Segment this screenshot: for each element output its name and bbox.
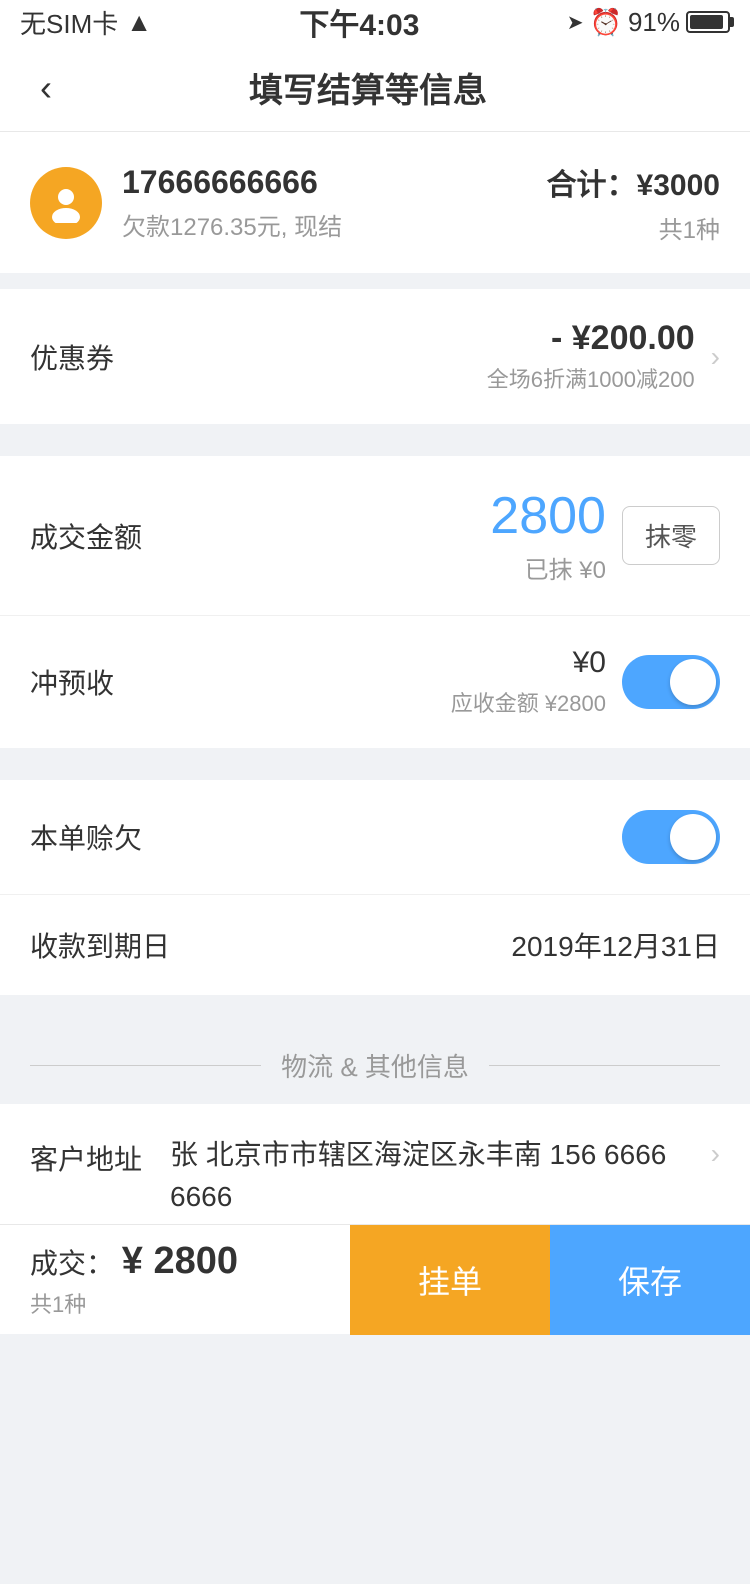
carrier-label: 无SIM卡 [20, 4, 118, 41]
address-arrow-icon: › [711, 1134, 720, 1170]
deal-amount-content: 2800 已抹 ¥0 抹零 [190, 486, 720, 585]
deal-amount-label: 成交金额 [30, 516, 190, 556]
prepay-amount: ¥0 [451, 646, 606, 680]
debt-section: 本单赊欠 收款到期日 2019年12月31日 [0, 780, 750, 995]
content-area: 17666666666 欠款1276.35元, 现结 合计：¥3000 共1种 … [0, 132, 750, 1584]
avatar [30, 167, 102, 239]
bottom-summary: 成交： ¥ 2800 共1种 [0, 1240, 350, 1319]
customer-card: 17666666666 欠款1276.35元, 现结 合计：¥3000 共1种 [0, 132, 750, 273]
coupon-row[interactable]: 优惠券 - ¥200.00 全场6折满1000减200 › [0, 289, 750, 424]
prepay-sub: 应收金额 ¥2800 [451, 686, 606, 718]
deal-amount-value: 2800 [490, 486, 606, 546]
due-date-row: 收款到期日 2019年12月31日 [0, 895, 750, 995]
prepay-label: 冲预收 [30, 662, 190, 702]
battery-percent: 91% [628, 7, 680, 38]
logistics-line-right [489, 1065, 720, 1066]
divider-3 [0, 1011, 750, 1027]
bottom-summary-line: 成交： ¥ 2800 [30, 1240, 320, 1283]
location-icon: ➤ [567, 10, 584, 35]
prepay-row: 冲预收 ¥0 应收金额 ¥2800 [0, 616, 750, 748]
debt-content [190, 810, 720, 864]
coupon-desc: 全场6折满1000减200 [487, 362, 695, 394]
coupon-section: 优惠券 - ¥200.00 全场6折满1000减200 › [0, 289, 750, 424]
erase-button[interactable]: 抹零 [622, 506, 720, 565]
battery-icon [686, 11, 730, 33]
status-bar: 无SIM卡 ▲ 下午4:03 ➤ ⏰ 91% [0, 0, 750, 44]
back-button[interactable]: ‹ [30, 57, 62, 119]
deal-amount-block: 2800 已抹 ¥0 [490, 486, 606, 585]
debt-toggle[interactable] [622, 810, 720, 864]
bottom-count: 共1种 [30, 1287, 320, 1319]
customer-info: 17666666666 欠款1276.35元, 现结 [122, 164, 547, 242]
deal-amount-row: 成交金额 2800 已抹 ¥0 抹零 [0, 456, 750, 616]
nav-bar: ‹ 填写结算等信息 [0, 44, 750, 132]
due-date-label: 收款到期日 [30, 925, 190, 965]
status-left: 无SIM卡 ▲ [20, 4, 152, 41]
debt-label: 本单赊欠 [30, 817, 190, 857]
logistics-title: 物流 & 其他信息 [281, 1047, 469, 1084]
prepay-content: ¥0 应收金额 ¥2800 [190, 646, 720, 718]
pending-button[interactable]: 挂单 [350, 1225, 550, 1335]
deal-section: 成交金额 2800 已抹 ¥0 抹零 冲预收 ¥0 应收金额 ¥2800 [0, 456, 750, 748]
coupon-label: 优惠券 [30, 337, 190, 377]
debt-row: 本单赊欠 [0, 780, 750, 895]
status-time: 下午4:03 [299, 0, 419, 44]
prepay-toggle-knob [670, 659, 716, 705]
coupon-content: - ¥200.00 全场6折满1000减200 › [190, 319, 720, 394]
status-right: ➤ ⏰ 91% [567, 7, 730, 38]
logistics-header: 物流 & 其他信息 [0, 1027, 750, 1104]
divider-1 [0, 440, 750, 456]
wifi-icon: ▲ [126, 7, 152, 38]
deal-erased-value: 已抹 ¥0 [490, 550, 606, 585]
customer-phone: 17666666666 [122, 164, 547, 201]
bottom-amount: ¥ 2800 [122, 1240, 238, 1282]
coupon-value-block: - ¥200.00 全场6折满1000减200 [487, 319, 695, 394]
save-button[interactable]: 保存 [550, 1225, 750, 1335]
total-amount: 合计：¥3000 [547, 160, 720, 204]
bottom-summary-title: 成交： [30, 1248, 114, 1279]
page-title: 填写结算等信息 [82, 63, 654, 112]
due-date-content: 2019年12月31日 [190, 925, 720, 965]
customer-total: 合计：¥3000 共1种 [547, 160, 720, 245]
bottom-bar: 成交： ¥ 2800 共1种 挂单 保存 [0, 1224, 750, 1334]
logistics-line-left [30, 1065, 261, 1066]
divider-2 [0, 764, 750, 780]
customer-debt: 欠款1276.35元, 现结 [122, 207, 547, 242]
debt-toggle-knob [670, 814, 716, 860]
address-value: 张 北京市市辖区海淀区永丰南 156 6666 6666 [170, 1134, 701, 1218]
prepay-values: ¥0 应收金额 ¥2800 [451, 646, 606, 718]
coupon-value: - ¥200.00 [487, 319, 695, 358]
alarm-icon: ⏰ [590, 7, 622, 38]
total-count: 共1种 [547, 210, 720, 245]
address-label: 客户地址 [30, 1134, 170, 1178]
coupon-arrow-icon: › [711, 341, 720, 373]
prepay-toggle[interactable] [622, 655, 720, 709]
due-date-value: 2019年12月31日 [511, 925, 720, 965]
